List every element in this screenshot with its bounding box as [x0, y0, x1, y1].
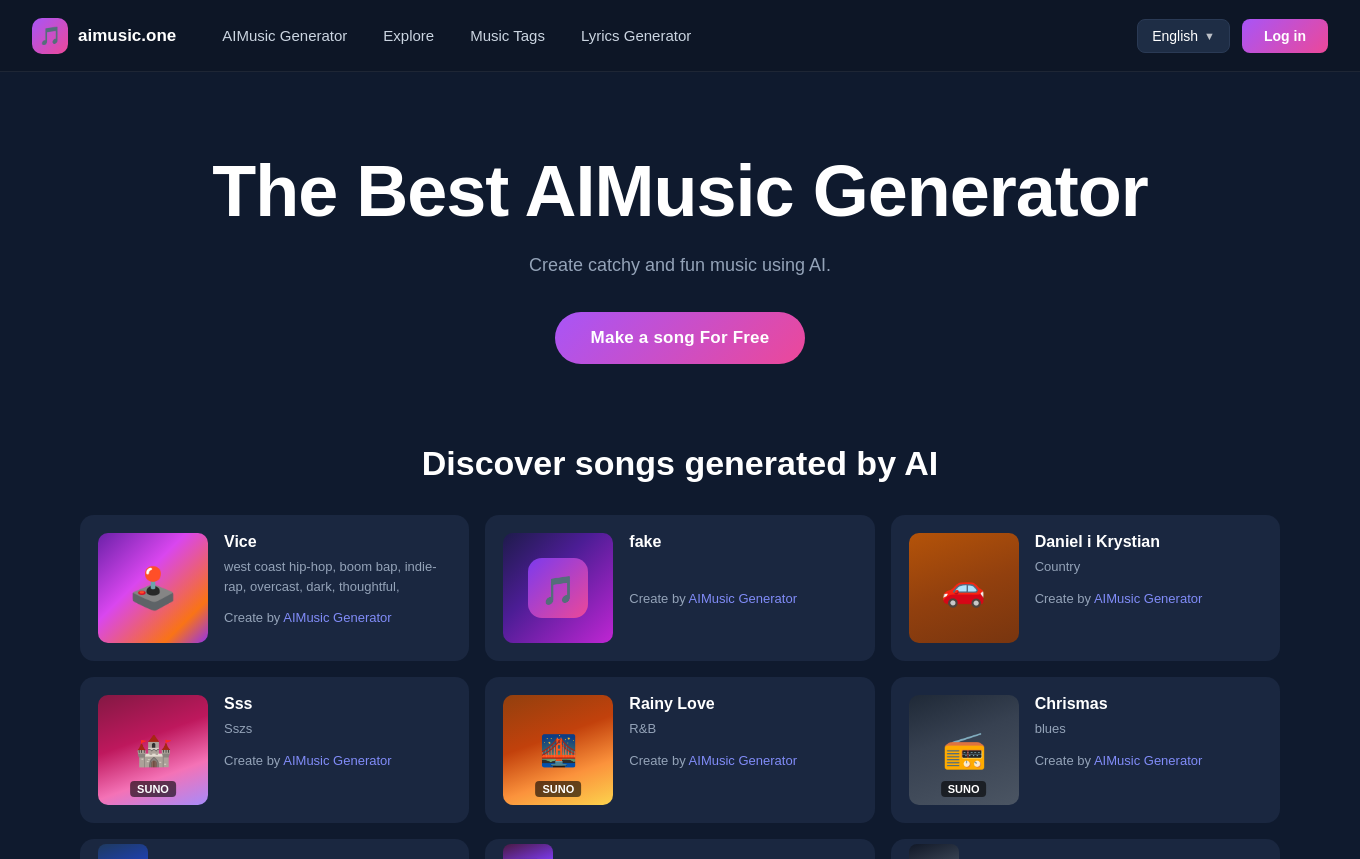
- song-card-moj1: 🏔️ Mój brat nie chce mieć: [80, 839, 469, 859]
- truck-image: 🚗: [909, 533, 1019, 643]
- song-card-fake: 🎵 fake Create by AIMusic Generator: [485, 515, 874, 661]
- song-title-fake: fake: [629, 533, 856, 551]
- song-creator-vice: Create by AIMusic Generator: [224, 610, 451, 625]
- discover-title: Discover songs generated by AI: [80, 444, 1280, 483]
- suno-label-sss: SUNO: [130, 781, 176, 797]
- creator-prefix-rainy: Create by: [629, 753, 685, 768]
- language-selector[interactable]: English ▼: [1137, 19, 1230, 53]
- cta-button[interactable]: Make a song For Free: [555, 312, 806, 364]
- song-thumb-daniel[interactable]: 🚗: [909, 533, 1019, 643]
- song-card-daniel: 🚗 Daniel i Krystian Country Create by AI…: [891, 515, 1280, 661]
- song-card-vice: 🕹️ Vice west coast hip-hop, boom bap, in…: [80, 515, 469, 661]
- song-title-daniel: Daniel i Krystian: [1035, 533, 1262, 551]
- creator-link-rainy[interactable]: AIMusic Generator: [689, 753, 797, 768]
- song-card-moj2: 🌌 Mój Brat Nie Chce Mieć: [485, 839, 874, 859]
- chevron-down-icon: ▼: [1204, 30, 1215, 42]
- song-thumb-chrismas[interactable]: 📻 SUNO: [909, 695, 1019, 805]
- nav-music-tags[interactable]: Music Tags: [456, 21, 559, 50]
- nav-aimusic-generator[interactable]: AIMusic Generator: [208, 21, 361, 50]
- song-title-vice: Vice: [224, 533, 451, 551]
- app-icon-image: 🎵: [503, 533, 613, 643]
- moj1-image: 🏔️: [98, 844, 148, 859]
- creator-prefix-sss: Create by: [224, 753, 280, 768]
- song-info-fake: fake Create by AIMusic Generator: [629, 533, 856, 606]
- song-tags-fake: [629, 557, 856, 577]
- song-title-sss: Sss: [224, 695, 451, 713]
- song-info-sss: Sss Sszs Create by AIMusic Generator: [224, 695, 451, 768]
- brand-icon: 🎵: [32, 18, 68, 54]
- song-thumb-vice[interactable]: 🕹️: [98, 533, 208, 643]
- song-creator-daniel: Create by AIMusic Generator: [1035, 591, 1262, 606]
- brand-logo[interactable]: 🎵 aimusic.one: [32, 18, 176, 54]
- song-thumb-moj1[interactable]: 🏔️: [98, 844, 148, 859]
- song-thumb-rainy-love[interactable]: 🌉 SUNO: [503, 695, 613, 805]
- song-creator-fake: Create by AIMusic Generator: [629, 591, 856, 606]
- song-thumb-sss[interactable]: 🏰 SUNO: [98, 695, 208, 805]
- song-tags-vice: west coast hip-hop, boom bap, indie-rap,…: [224, 557, 451, 596]
- song-creator-rainy-love: Create by AIMusic Generator: [629, 753, 856, 768]
- nav-explore[interactable]: Explore: [369, 21, 448, 50]
- song-info-chrismas: Chrismas blues Create by AIMusic Generat…: [1035, 695, 1262, 768]
- song-card-chrismas: 📻 SUNO Chrismas blues Create by AIMusic …: [891, 677, 1280, 823]
- nav-links: AIMusic Generator Explore Music Tags Lyr…: [208, 21, 705, 50]
- song-creator-chrismas: Create by AIMusic Generator: [1035, 753, 1262, 768]
- nav-lyrics-generator[interactable]: Lyrics Generator: [567, 21, 705, 50]
- moj2-image: 🌌: [503, 844, 553, 859]
- hero-subtitle: Create catchy and fun music using AI.: [20, 255, 1340, 276]
- song-creator-sss: Create by AIMusic Generator: [224, 753, 451, 768]
- hero-section: The Best AIMusic Generator Create catchy…: [0, 72, 1360, 424]
- creator-link-daniel[interactable]: AIMusic Generator: [1094, 591, 1202, 606]
- song-thumb-crowd[interactable]: 🎸: [909, 844, 959, 859]
- svg-text:🎵: 🎵: [541, 574, 576, 607]
- navbar-left: 🎵 aimusic.one AIMusic Generator Explore …: [32, 18, 705, 54]
- song-title-chrismas: Chrismas: [1035, 695, 1262, 713]
- login-button[interactable]: Log in: [1242, 19, 1328, 53]
- crowd-image: 🎸: [909, 844, 959, 859]
- creator-prefix-daniel: Create by: [1035, 591, 1091, 606]
- song-title-rainy-love: Rainy Love: [629, 695, 856, 713]
- song-info-vice: Vice west coast hip-hop, boom bap, indie…: [224, 533, 451, 625]
- song-card-rainy-love: 🌉 SUNO Rainy Love R&B Create by AIMusic …: [485, 677, 874, 823]
- song-info-rainy-love: Rainy Love R&B Create by AIMusic Generat…: [629, 695, 856, 768]
- song-tags-chrismas: blues: [1035, 719, 1262, 739]
- creator-prefix-fake: Create by: [629, 591, 685, 606]
- hero-title: The Best AIMusic Generator: [20, 152, 1340, 231]
- arcade-image: 🕹️: [98, 533, 208, 643]
- suno-label-chrismas: SUNO: [941, 781, 987, 797]
- brand-name: aimusic.one: [78, 26, 176, 46]
- discover-section: Discover songs generated by AI 🕹️ Vice w…: [0, 424, 1360, 859]
- creator-prefix-vice: Create by: [224, 610, 280, 625]
- song-tags-rainy-love: R&B: [629, 719, 856, 739]
- music-note-icon: 🎵: [39, 25, 61, 47]
- suno-label-rainy: SUNO: [535, 781, 581, 797]
- creator-link-fake[interactable]: AIMusic Generator: [689, 591, 797, 606]
- navbar: 🎵 aimusic.one AIMusic Generator Explore …: [0, 0, 1360, 72]
- song-tags-sss: Sszs: [224, 719, 451, 739]
- song-tags-daniel: Country: [1035, 557, 1262, 577]
- song-thumb-fake[interactable]: 🎵: [503, 533, 613, 643]
- creator-link-sss[interactable]: AIMusic Generator: [283, 753, 391, 768]
- creator-link-chrismas[interactable]: AIMusic Generator: [1094, 753, 1202, 768]
- song-card-crowd: 🎸: [891, 839, 1280, 859]
- language-label: English: [1152, 28, 1198, 44]
- song-thumb-moj2[interactable]: 🌌: [503, 844, 553, 859]
- creator-prefix-chrismas: Create by: [1035, 753, 1091, 768]
- song-card-sss: 🏰 SUNO Sss Sszs Create by AIMusic Genera…: [80, 677, 469, 823]
- creator-link-vice[interactable]: AIMusic Generator: [283, 610, 391, 625]
- navbar-right: English ▼ Log in: [1137, 19, 1328, 53]
- song-info-daniel: Daniel i Krystian Country Create by AIMu…: [1035, 533, 1262, 606]
- songs-grid: 🕹️ Vice west coast hip-hop, boom bap, in…: [80, 515, 1280, 859]
